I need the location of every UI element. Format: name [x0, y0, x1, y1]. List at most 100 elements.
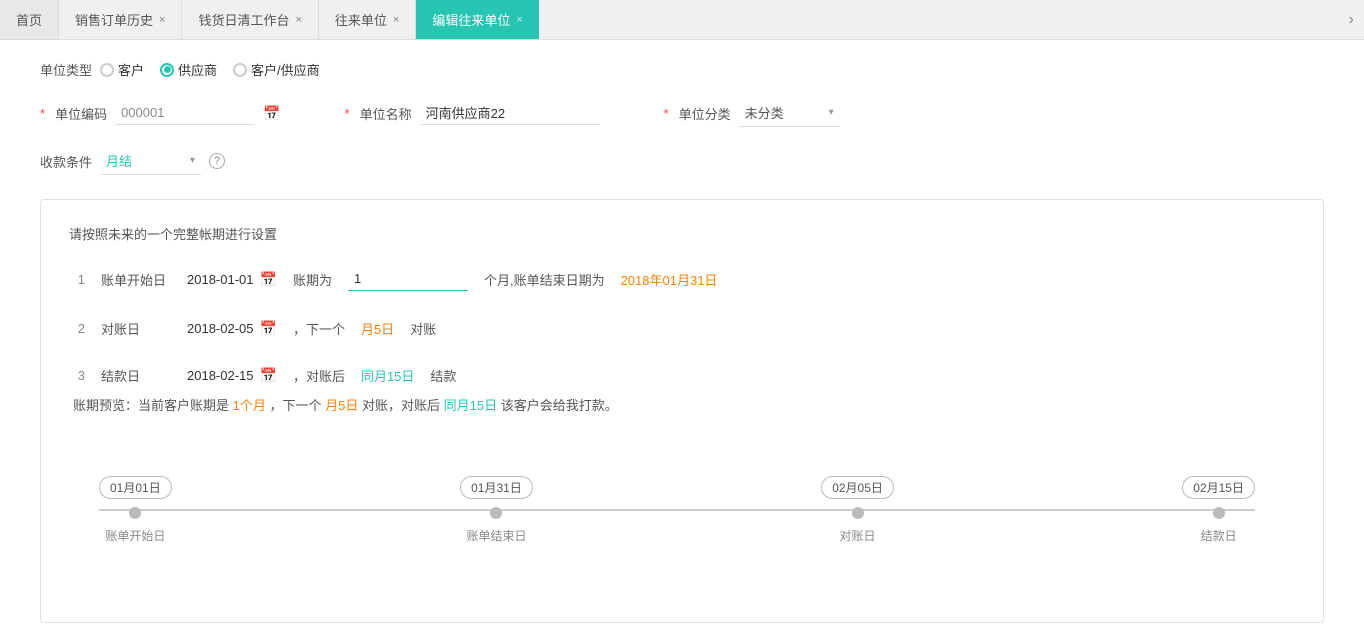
settle-date-calendar[interactable]: 📅: [260, 367, 277, 384]
period-months-pre: 个月,账单结束日期为: [484, 270, 605, 289]
timeline-point-4: 02月15日 结款日: [1182, 476, 1255, 544]
unit-class-label: 单位分类: [679, 104, 731, 123]
row-num-1: 1: [69, 272, 85, 287]
preview-settle-day: 同月15日: [444, 398, 497, 413]
unit-class-select[interactable]: 未分类 ▾: [739, 99, 840, 127]
code-calendar-icon[interactable]: 📅: [263, 105, 280, 122]
radio-group: 客户 供应商 客户/供应商: [100, 60, 320, 79]
radio-both[interactable]: 客户/供应商: [233, 60, 320, 79]
tl-label-3: 02月05日: [821, 476, 894, 499]
row-num-2: 2: [69, 321, 85, 336]
unit-type-row: 单位类型 客户 供应商 客户/供应商: [40, 60, 1324, 79]
settle-desc-post: 结款: [430, 366, 456, 385]
tab-bar: 首页 销售订单历史 × 钱货日清工作台 × 往来单位 × 编辑往来单位 × ›: [0, 0, 1364, 40]
tl-dot-2: [490, 507, 502, 519]
tl-label-4: 02月15日: [1182, 476, 1255, 499]
radio-supplier-circle: [160, 63, 174, 77]
period-label: 账期为: [293, 270, 332, 289]
recon-date-value: 2018-02-05: [187, 321, 254, 336]
timeline-point-1: 01月01日 账单开始日: [99, 476, 172, 544]
tab-home[interactable]: 首页: [0, 0, 59, 39]
period-input[interactable]: [348, 267, 468, 291]
preview-recon-day: 月5日: [325, 398, 358, 413]
tl-label-2: 01月31日: [460, 476, 533, 499]
preview-suffix: 该客户会给我打款。: [501, 398, 618, 413]
recon-date-calendar[interactable]: 📅: [260, 320, 277, 337]
settle-date-row: 3 结款日 2018-02-15 📅 ，对账后 同月15日 结款: [69, 366, 1295, 385]
preview-middle1: ，下一个: [270, 398, 322, 413]
payment-label: 收款条件: [40, 152, 92, 171]
radio-supplier[interactable]: 供应商: [160, 60, 217, 79]
settle-date-field: 2018-02-15 📅: [187, 367, 277, 384]
timeline-point-3: 02月05日 对账日: [821, 476, 894, 544]
unit-code-group: * 单位编码 📅: [40, 101, 281, 125]
period-section: 请按照未来的一个完整帐期进行设置 1 账单开始日 2018-01-01 📅 账期…: [40, 199, 1324, 623]
preview-prefix: 账期预览：当前客户账期是: [73, 398, 229, 413]
close-edit-partner-icon[interactable]: ×: [516, 14, 522, 26]
tl-dot-3: [852, 507, 864, 519]
payment-help-icon[interactable]: ?: [209, 153, 225, 169]
tl-dot-4: [1213, 507, 1225, 519]
tab-partner-label: 往来单位: [335, 10, 387, 29]
tl-desc-2: 账单结束日: [466, 527, 526, 544]
tab-cash-daily[interactable]: 钱货日清工作台 ×: [182, 0, 318, 39]
tl-desc-1: 账单开始日: [105, 527, 165, 544]
radio-both-circle: [233, 63, 247, 77]
radio-customer-circle: [100, 63, 114, 77]
main-content: 单位类型 客户 供应商 客户/供应商 * 单位编码: [0, 40, 1364, 643]
tab-partner[interactable]: 往来单位 ×: [319, 0, 416, 39]
unit-name-input[interactable]: [420, 101, 600, 125]
timeline-point-2: 01月31日 账单结束日: [460, 476, 533, 544]
radio-both-label: 客户/供应商: [251, 60, 320, 79]
tab-order-history[interactable]: 销售订单历史 ×: [59, 0, 182, 39]
tl-desc-4: 结款日: [1201, 527, 1237, 544]
start-date-field: 2018-01-01 📅: [187, 271, 277, 288]
row-num-3: 3: [69, 368, 85, 383]
payment-group: 收款条件 月结 ▾ ?: [40, 147, 225, 175]
class-required-star: *: [664, 106, 669, 121]
period-end-date: 2018年01月31日: [621, 270, 718, 289]
tab-edit-partner-label: 编辑往来单位: [432, 10, 510, 29]
payment-chevron: ▾: [190, 155, 195, 166]
tab-edit-partner[interactable]: 编辑往来单位 ×: [416, 0, 538, 39]
name-required-star: *: [345, 106, 350, 121]
tl-label-1: 01月01日: [99, 476, 172, 499]
start-date-row: 1 账单开始日 2018-01-01 📅 账期为 个月,账单结束日期为 2018…: [69, 267, 1295, 291]
recon-desc-post: 对账: [410, 319, 436, 338]
radio-customer[interactable]: 客户: [100, 60, 144, 79]
settle-date-value: 2018-02-15: [187, 368, 254, 383]
code-required-star: *: [40, 106, 45, 121]
unit-type-label: 单位类型: [40, 60, 92, 79]
timeline: 01月01日 账单开始日 01月31日 账单结束日 02月05日: [69, 438, 1295, 598]
payment-select[interactable]: 月结 ▾: [100, 147, 201, 175]
section-title: 请按照未来的一个完整帐期进行设置: [69, 224, 1295, 243]
unit-name-group: * 单位名称: [345, 101, 600, 125]
unit-code-input[interactable]: [115, 101, 255, 125]
tab-more-arrow[interactable]: ›: [1339, 0, 1364, 39]
recon-date-field: 2018-02-05 📅: [187, 320, 277, 337]
recon-date-label: 对账日: [101, 319, 171, 338]
code-name-class-row: * 单位编码 📅 * 单位名称 * 单位分类 未分类 ▾: [40, 99, 1324, 127]
preview-months: 1个月: [233, 398, 266, 413]
start-date-calendar[interactable]: 📅: [260, 271, 277, 288]
recon-date-row: 2 对账日 2018-02-05 📅 ，下一个 月5日 对账: [69, 319, 1295, 338]
unit-class-group: * 单位分类 未分类 ▾: [664, 99, 840, 127]
radio-customer-label: 客户: [118, 60, 144, 79]
tl-dot-1: [129, 507, 141, 519]
start-date-label: 账单开始日: [101, 270, 171, 289]
unit-class-chevron: ▾: [829, 107, 834, 118]
unit-name-label: 单位名称: [360, 104, 412, 123]
payment-value: 月结: [106, 151, 186, 170]
payment-row: 收款条件 月结 ▾ ?: [40, 147, 1324, 175]
settle-desc-pre: ，对账后: [293, 366, 345, 385]
unit-type-group: 单位类型 客户 供应商 客户/供应商: [40, 60, 320, 79]
tab-home-label: 首页: [16, 10, 42, 29]
close-partner-icon[interactable]: ×: [393, 14, 399, 26]
close-cash-daily-icon[interactable]: ×: [295, 14, 301, 26]
unit-class-value: 未分类: [745, 103, 825, 122]
settle-date-label: 结款日: [101, 366, 171, 385]
tl-desc-3: 对账日: [840, 527, 876, 544]
settle-desc-highlight: 同月15日: [361, 366, 414, 385]
close-order-history-icon[interactable]: ×: [159, 14, 165, 26]
start-date-value: 2018-01-01: [187, 272, 254, 287]
